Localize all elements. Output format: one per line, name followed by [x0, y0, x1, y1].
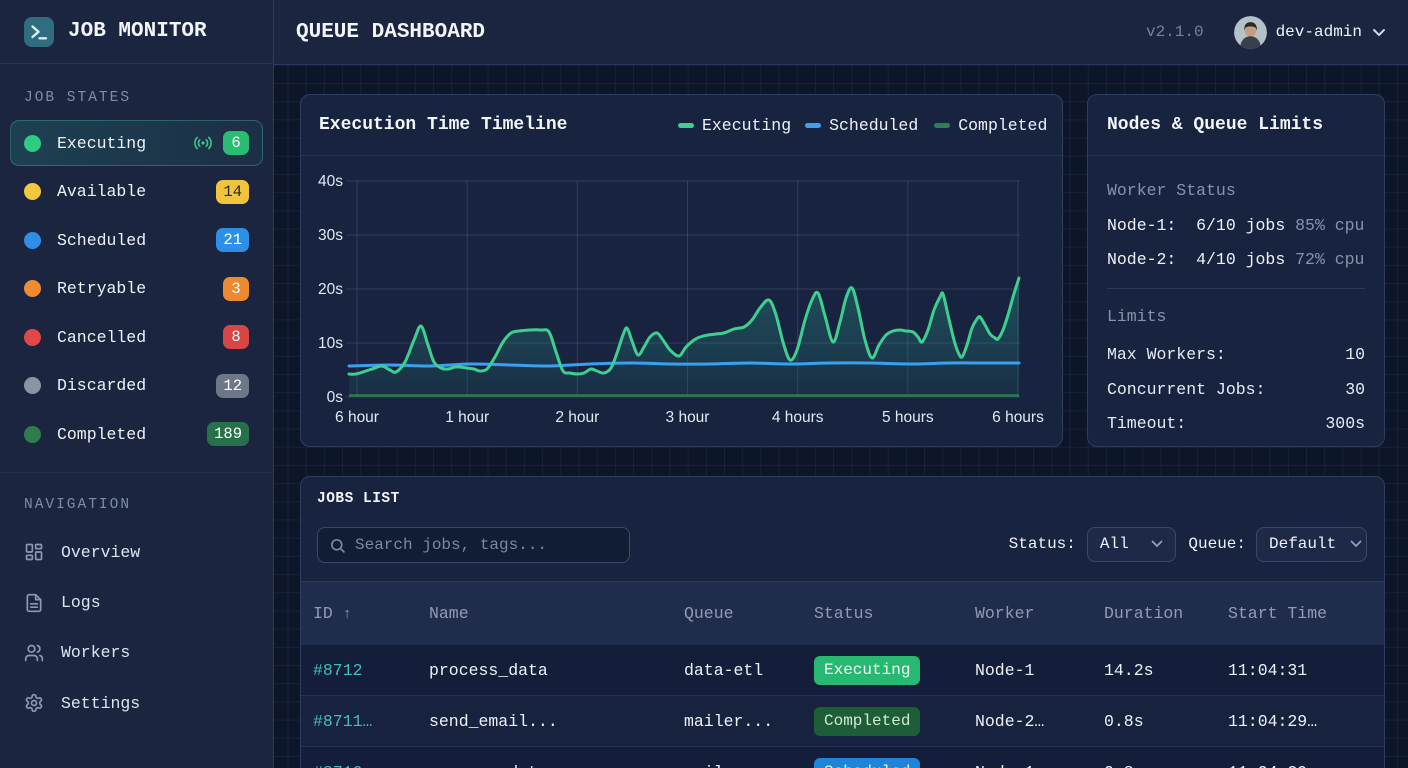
svg-text:40s: 40s [318, 173, 343, 190]
svg-text:10s: 10s [318, 335, 343, 352]
svg-text:0s: 0s [327, 389, 344, 406]
svg-text:1 hour: 1 hour [445, 409, 489, 426]
svg-text:6 hour: 6 hour [335, 409, 379, 426]
svg-text:4 hours: 4 hours [772, 409, 824, 426]
svg-text:2 hour: 2 hour [555, 409, 599, 426]
svg-text:3 hour: 3 hour [666, 409, 710, 426]
svg-text:30s: 30s [318, 227, 343, 244]
svg-text:6 hours: 6 hours [992, 409, 1044, 426]
svg-text:5 hours: 5 hours [882, 409, 934, 426]
svg-text:20s: 20s [318, 281, 343, 298]
